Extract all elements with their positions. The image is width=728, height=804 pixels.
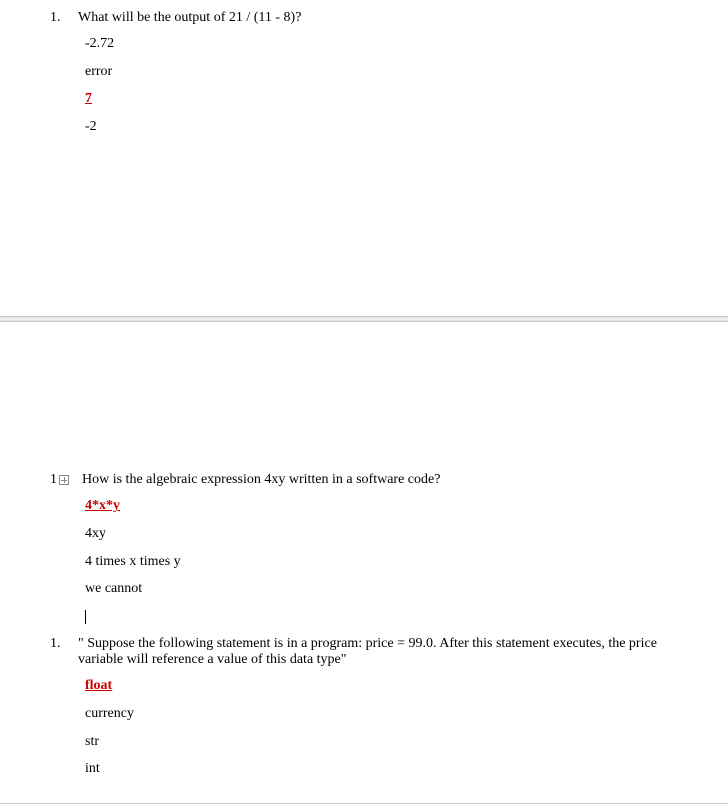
spacer (50, 332, 678, 472)
text-cursor-line (85, 607, 678, 627)
answer-option: 4 times x times y (85, 552, 678, 572)
question-2-header: 1 How is the algebraic expression 4xy wr… (50, 472, 678, 488)
answer-option-correct: 7 (85, 89, 678, 109)
answer-option: -2 (85, 117, 678, 137)
question-1: 1. What will be the output of 21 / (11 -… (50, 10, 678, 136)
question-number: 1 (50, 472, 78, 488)
question-2-3-section: 1 How is the algebraic expression 4xy wr… (0, 322, 728, 798)
question-3: 1. " Suppose the following statement is … (50, 636, 678, 778)
question-number-text: 1 (50, 472, 57, 488)
question-2: 1 How is the algebraic expression 4xy wr… (50, 472, 678, 626)
text-cursor-icon (85, 610, 86, 624)
answer-option-correct: 4*x*y (85, 496, 678, 516)
expand-icon[interactable] (59, 475, 69, 485)
answer-option: we cannot (85, 579, 678, 599)
question-text: How is the algebraic expression 4xy writ… (82, 472, 678, 488)
question-number: 1. (50, 636, 70, 652)
answer-option: currency (85, 704, 678, 724)
answer-option: -2.72 (85, 34, 678, 54)
answer-option: int (85, 759, 678, 779)
spacer (50, 146, 678, 306)
answer-option: 4xy (85, 524, 678, 544)
question-1-header: 1. What will be the output of 21 / (11 -… (50, 10, 678, 26)
answer-option: error (85, 62, 678, 82)
question-number: 1. (50, 10, 70, 26)
answer-option: str (85, 732, 678, 752)
answer-list-2: 4*x*y 4xy 4 times x times y we cannot (85, 496, 678, 626)
question-text: " Suppose the following statement is in … (78, 636, 678, 668)
question-3-header: 1. " Suppose the following statement is … (50, 636, 678, 668)
answer-list-1: -2.72 error 7 -2 (85, 34, 678, 136)
answer-list-3: float currency str int (85, 676, 678, 778)
question-1-section: 1. What will be the output of 21 / (11 -… (0, 0, 728, 316)
question-text: What will be the output of 21 / (11 - 8)… (78, 10, 678, 26)
answer-option-correct: float (85, 676, 678, 696)
